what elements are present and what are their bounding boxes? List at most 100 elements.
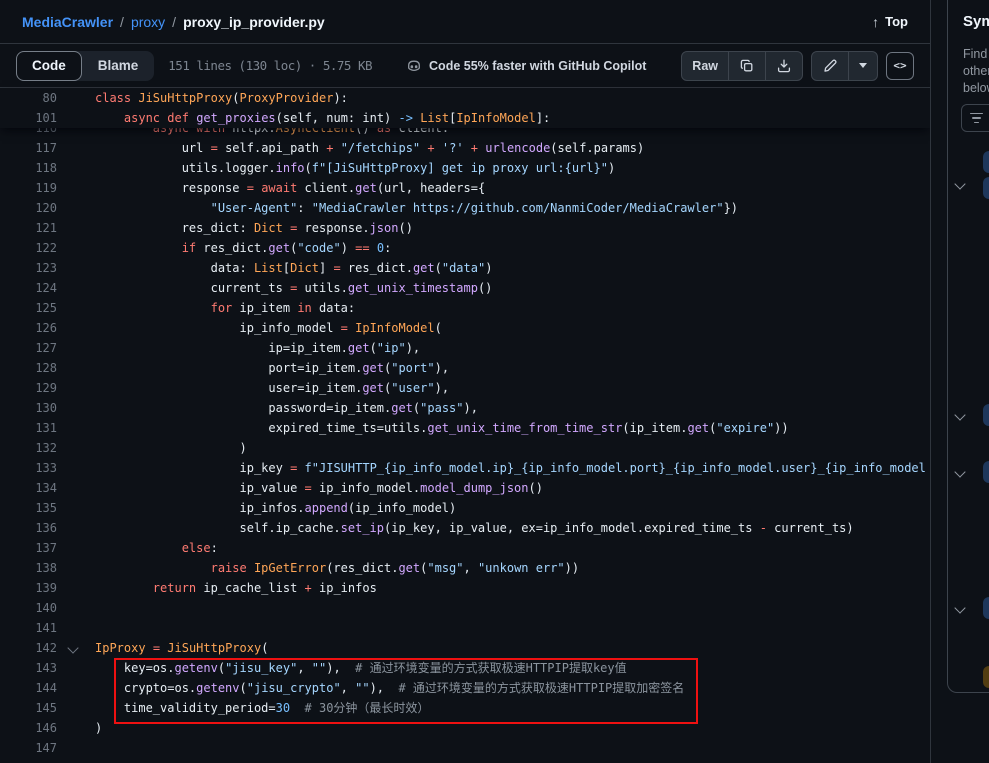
edit-dropdown-button[interactable] (848, 52, 877, 80)
line-number[interactable]: 118 (0, 158, 57, 178)
code-line-text: response = await client.get(url, headers… (95, 178, 485, 198)
code-line: 133 ip_key = f"JISUHTTP_{ip_info_model.i… (0, 458, 930, 478)
copilot-icon (406, 58, 422, 74)
code-line-text: port=ip_item.get("port"), (95, 358, 449, 378)
code-line: 119 response = await client.get(url, hea… (0, 178, 930, 198)
line-number[interactable]: 133 (0, 458, 57, 478)
line-number[interactable]: 143 (0, 658, 57, 678)
code-blame-switcher: Code Blame (16, 51, 154, 81)
code-line: 127 ip=ip_item.get("ip"), (0, 338, 930, 358)
line-number[interactable]: 145 (0, 698, 57, 718)
code-line: 137 else: (0, 538, 930, 558)
code-line-text: user=ip_item.get("user"), (95, 378, 449, 398)
chevron-down-icon[interactable] (954, 602, 965, 613)
code-line-text: ) (95, 438, 247, 458)
symbol-item-pill[interactable] (983, 151, 989, 173)
code-line: 132 ) (0, 438, 930, 458)
line-number[interactable]: 134 (0, 478, 57, 498)
line-number[interactable]: 135 (0, 498, 57, 518)
code-line: 138 raise IpGetError(res_dict.get("msg",… (0, 558, 930, 578)
code-content: 80class JiSuHttpProxy(ProxyProvider):101… (0, 88, 930, 758)
line-number[interactable]: 116 (0, 128, 57, 138)
code-line-text: ip_key = f"JISUHTTP_{ip_info_model.ip}_{… (95, 458, 926, 478)
code-line-text: time_validity_period=30 # 30分钟（最长时效） (95, 698, 429, 718)
code-line: 147 (0, 738, 930, 758)
line-number[interactable]: 126 (0, 318, 57, 338)
line-number[interactable]: 144 (0, 678, 57, 698)
code-line-text: key=os.getenv("jisu_key", ""), # 通过环境变量的… (95, 658, 627, 678)
code-line-text: self.ip_cache.set_ip(ip_key, ip_value, e… (95, 518, 854, 538)
line-number[interactable]: 124 (0, 278, 57, 298)
line-number[interactable]: 117 (0, 138, 57, 158)
code-line-text: if res_dict.get("code") == 0: (95, 238, 391, 258)
line-number[interactable]: 125 (0, 298, 57, 318)
symbol-item-pill[interactable] (983, 404, 989, 426)
line-number[interactable]: 101 (0, 108, 57, 128)
copy-button[interactable] (728, 52, 765, 80)
line-number[interactable]: 123 (0, 258, 57, 278)
code-line-text: crypto=os.getenv("jisu_crypto", ""), # 通… (95, 678, 684, 698)
code-line-text: for ip_item in data: (95, 298, 355, 318)
symbol-item-pill[interactable] (983, 461, 989, 483)
line-number[interactable]: 130 (0, 398, 57, 418)
line-number[interactable]: 137 (0, 538, 57, 558)
code-line-text: current_ts = utils.get_unix_timestamp() (95, 278, 492, 298)
raw-button[interactable]: Raw (682, 52, 728, 80)
code-line-text: ip=ip_item.get("ip"), (95, 338, 420, 358)
line-number[interactable]: 132 (0, 438, 57, 458)
line-number[interactable]: 129 (0, 378, 57, 398)
download-button[interactable] (765, 52, 802, 80)
raw-actions-group: Raw (681, 51, 803, 81)
code-line-text: ) (95, 718, 102, 738)
line-number[interactable]: 139 (0, 578, 57, 598)
code-line: 120 "User-Agent": "MediaCrawler https://… (0, 198, 930, 218)
code-line-text: url = self.api_path + "/fetchips" + '?' … (95, 138, 644, 158)
symbol-item-pill[interactable] (983, 177, 989, 199)
line-number[interactable]: 136 (0, 518, 57, 538)
symbol-item-pill[interactable] (983, 666, 989, 688)
code-line: 123 data: List[Dict] = res_dict.get("dat… (0, 258, 930, 278)
symbols-filter-button[interactable] (961, 104, 989, 132)
line-number[interactable]: 122 (0, 238, 57, 258)
line-number[interactable]: 121 (0, 218, 57, 238)
code-line-text: raise IpGetError(res_dict.get("msg", "un… (95, 558, 579, 578)
symbols-panel-icon: <> (893, 59, 906, 72)
line-number[interactable]: 140 (0, 598, 57, 618)
line-number[interactable]: 138 (0, 558, 57, 578)
scroll-to-top-link[interactable]: ↑ Top (872, 14, 908, 30)
symbol-item-pill[interactable] (983, 597, 989, 619)
symbols-desc-line: below (963, 80, 989, 97)
tab-code[interactable]: Code (16, 51, 82, 81)
breadcrumb-folder-link[interactable]: proxy (131, 14, 165, 30)
code-line: 116 async with httpx.AsyncClient() as cl… (0, 128, 930, 138)
edit-button[interactable] (812, 52, 848, 80)
line-number[interactable]: 127 (0, 338, 57, 358)
code-line: 143 key=os.getenv("jisu_key", ""), # 通过环… (0, 658, 930, 678)
code-line-text: IpProxy = JiSuHttpProxy( (95, 638, 268, 658)
chevron-down-icon[interactable] (954, 409, 965, 420)
line-number[interactable]: 120 (0, 198, 57, 218)
code-line-text: else: (95, 538, 218, 558)
code-line-text: ip_value = ip_info_model.model_dump_json… (95, 478, 543, 498)
fold-chevron-icon[interactable] (67, 642, 78, 653)
line-number[interactable]: 146 (0, 718, 57, 738)
chevron-down-icon[interactable] (954, 466, 965, 477)
line-number[interactable]: 119 (0, 178, 57, 198)
breadcrumb-repo-link[interactable]: MediaCrawler (22, 14, 113, 30)
symbols-panel-title: Symbols (963, 13, 989, 30)
tab-blame[interactable]: Blame (82, 51, 155, 81)
line-number[interactable]: 128 (0, 358, 57, 378)
code-line: 140 (0, 598, 930, 618)
symbols-panel-toggle[interactable]: <> (886, 52, 914, 80)
chevron-down-icon[interactable] (954, 178, 965, 189)
line-number[interactable]: 142 (0, 638, 57, 658)
code-line: 125 for ip_item in data: (0, 298, 930, 318)
edit-pencil-icon (822, 58, 838, 74)
line-number[interactable]: 147 (0, 738, 57, 758)
code-line: 118 utils.logger.info(f"[JiSuHttpProxy] … (0, 158, 930, 178)
code-line: 135 ip_infos.append(ip_info_model) (0, 498, 930, 518)
line-number[interactable]: 80 (0, 88, 57, 108)
line-number[interactable]: 131 (0, 418, 57, 438)
line-number[interactable]: 141 (0, 618, 57, 638)
breadcrumb: MediaCrawler / proxy / proxy_ip_provider… (0, 0, 930, 44)
